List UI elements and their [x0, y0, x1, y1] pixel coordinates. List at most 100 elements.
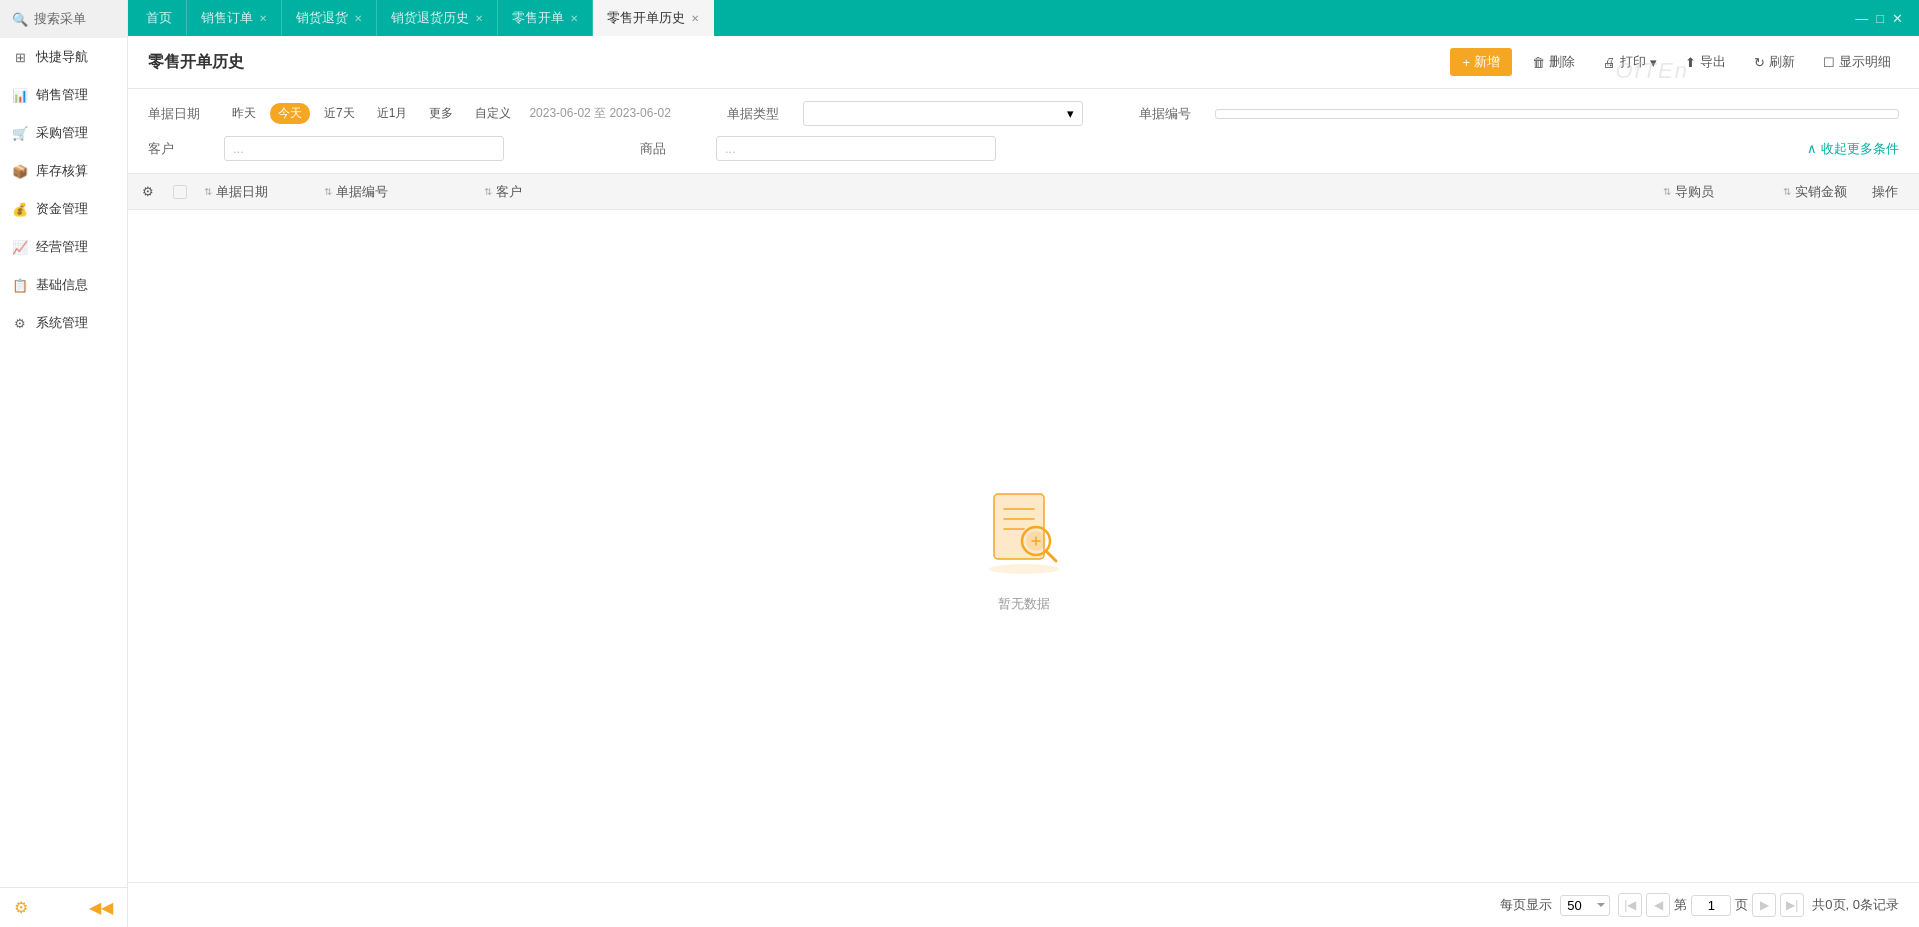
finance-icon: 💰	[12, 201, 28, 217]
th-amount[interactable]: ⇅ 实销金额	[1755, 183, 1855, 201]
search-icon: 🔍	[12, 12, 28, 27]
sort-up-number: ⇅	[324, 186, 332, 197]
per-page-select[interactable]: 50 10 20 100	[1560, 895, 1610, 916]
sidebar-item-purchase-mgmt[interactable]: 🛒 采购管理	[0, 114, 127, 152]
page-header: 零售开单历史 + 新增 🗑 删除 🖨 打印 ▾ ⬆ 导出 ↻ 刷新	[128, 36, 1919, 89]
tab-sales-return-history[interactable]: 销货退货历史 ✕	[377, 0, 498, 36]
display-detail-button[interactable]: ☐ 显示明细	[1815, 49, 1899, 75]
page-input[interactable]	[1691, 895, 1731, 916]
sidebar-search-label: 搜索采单	[34, 10, 86, 28]
tab-sales-return[interactable]: 销货退货 ✕	[282, 0, 377, 36]
date-more[interactable]: 更多	[421, 103, 461, 124]
sidebar-item-label: 基础信息	[36, 276, 88, 294]
refresh-icon: ↻	[1754, 55, 1765, 70]
number-input[interactable]	[1215, 109, 1899, 119]
sidebar: 🔍 搜索采单 ⊞ 快捷导航 📊 销售管理 🛒 采购管理 📦 库存核算 💰 资金管…	[0, 0, 128, 927]
collapse-sidebar-icon[interactable]: ◀◀	[89, 898, 113, 917]
sys-mgmt-icon: ⚙	[12, 315, 28, 331]
delete-icon: 🗑	[1532, 55, 1545, 70]
goods-input[interactable]: ...	[716, 136, 996, 161]
delete-button[interactable]: 🗑 删除	[1524, 49, 1583, 75]
sidebar-item-operations[interactable]: 📈 经营管理	[0, 228, 127, 266]
sales-mgmt-icon: 📊	[12, 87, 28, 103]
th-customer-label: 客户	[496, 183, 522, 201]
sidebar-search[interactable]: 🔍 搜索采单	[0, 0, 127, 38]
customer-input[interactable]: ...	[224, 136, 504, 161]
date-range-display: 2023-06-02 至 2023-06-02	[529, 105, 670, 122]
add-button[interactable]: + 新增	[1450, 48, 1512, 76]
next-page-btn[interactable]: ▶	[1752, 893, 1776, 917]
window-close-btn[interactable]: ✕	[1892, 11, 1903, 26]
tab-home-label: 首页	[146, 9, 172, 27]
tabs-bar: 首页 销售订单 ✕ 销货退货 ✕ 销货退货历史 ✕ 零售开单 ✕ 零售开单历史 …	[128, 0, 1919, 36]
th-guide[interactable]: ⇅ 导购员	[1655, 183, 1755, 201]
last-page-btn[interactable]: ▶|	[1780, 893, 1804, 917]
sidebar-item-inventory[interactable]: 📦 库存核算	[0, 152, 127, 190]
tab-home[interactable]: 首页	[132, 0, 187, 36]
sidebar-item-quick-nav[interactable]: ⊞ 快捷导航	[0, 38, 127, 76]
settings-bottom-icon[interactable]: ⚙	[14, 898, 28, 917]
quick-nav-icon: ⊞	[12, 49, 28, 65]
table-header: ⚙ ⇅ 单据日期 ⇅ 单据编号 ⇅ 客户 ⇅ 导购员 ⇅ 实销金额	[128, 174, 1919, 210]
page-title: 零售开单历史	[148, 52, 244, 73]
toolbar: + 新增 🗑 删除 🖨 打印 ▾ ⬆ 导出 ↻ 刷新 ☐ 显示明	[1450, 48, 1899, 76]
window-controls: — □ ✕	[1855, 11, 1915, 26]
inventory-icon: 📦	[12, 163, 28, 179]
th-settings[interactable]: ⚙	[132, 184, 164, 199]
first-page-btn[interactable]: |◀	[1618, 893, 1642, 917]
base-info-icon: 📋	[12, 277, 28, 293]
sidebar-item-base-info[interactable]: 📋 基础信息	[0, 266, 127, 304]
th-amount-label: 实销金额	[1795, 183, 1847, 201]
sidebar-item-sys-mgmt[interactable]: ⚙ 系统管理	[0, 304, 127, 342]
sidebar-item-finance[interactable]: 💰 资金管理	[0, 190, 127, 228]
date-yesterday[interactable]: 昨天	[224, 103, 264, 124]
type-select[interactable]: ▾	[803, 101, 1083, 126]
tab-sales-order[interactable]: 销售订单 ✕	[187, 0, 282, 36]
tab-retail-open[interactable]: 零售开单 ✕	[498, 0, 593, 36]
export-label: 导出	[1700, 53, 1726, 71]
tab-sales-return-history-label: 销货退货历史	[391, 9, 469, 27]
main-content: 首页 销售订单 ✕ 销货退货 ✕ 销货退货历史 ✕ 零售开单 ✕ 零售开单历史 …	[128, 0, 1919, 927]
th-date[interactable]: ⇅ 单据日期	[196, 183, 316, 201]
date-week[interactable]: 近7天	[316, 103, 363, 124]
sidebar-item-label: 快捷导航	[36, 48, 88, 66]
goods-label: 商品	[640, 140, 700, 158]
tab-sales-return-close[interactable]: ✕	[354, 13, 362, 24]
page-label: 第	[1674, 896, 1687, 914]
empty-text: 暂无数据	[998, 595, 1050, 613]
th-number[interactable]: ⇅ 单据编号	[316, 183, 476, 201]
minimize-btn[interactable]: —	[1855, 11, 1868, 26]
date-month[interactable]: 近1月	[369, 103, 416, 124]
tab-retail-open-label: 零售开单	[512, 9, 564, 27]
th-customer[interactable]: ⇅ 客户	[476, 183, 1655, 201]
th-checkbox[interactable]	[164, 185, 196, 199]
display-label: 显示明细	[1839, 53, 1891, 71]
empty-state: 暂无数据	[128, 210, 1919, 882]
tab-retail-history[interactable]: 零售开单历史 ✕	[593, 0, 714, 36]
refresh-button[interactable]: ↻ 刷新	[1746, 49, 1803, 75]
prev-page-btn[interactable]: ◀	[1646, 893, 1670, 917]
delete-label: 删除	[1549, 53, 1575, 71]
sort-customer: ⇅	[484, 186, 492, 197]
sidebar-item-label: 采购管理	[36, 124, 88, 142]
header-checkbox[interactable]	[173, 185, 187, 199]
customer-dots: ...	[233, 141, 244, 156]
tab-retail-open-close[interactable]: ✕	[570, 13, 578, 24]
sidebar-item-sales-mgmt[interactable]: 📊 销售管理	[0, 76, 127, 114]
sidebar-item-label: 库存核算	[36, 162, 88, 180]
tab-retail-history-close[interactable]: ✕	[691, 13, 699, 24]
collapse-button[interactable]: ∧ 收起更多条件	[1807, 140, 1899, 158]
tab-sales-return-history-close[interactable]: ✕	[475, 13, 483, 24]
sidebar-item-label: 资金管理	[36, 200, 88, 218]
date-custom[interactable]: 自定义	[467, 103, 519, 124]
date-today[interactable]: 今天	[270, 103, 310, 124]
type-select-arrow: ▾	[1067, 106, 1074, 121]
print-icon: 🖨	[1603, 55, 1616, 70]
maximize-btn[interactable]: □	[1876, 11, 1884, 26]
print-button[interactable]: 🖨 打印 ▾	[1595, 49, 1665, 75]
page-total: 共0页, 0条记录	[1812, 896, 1899, 914]
export-icon: ⬆	[1685, 55, 1696, 70]
tab-sales-order-close[interactable]: ✕	[259, 13, 267, 24]
export-button[interactable]: ⬆ 导出	[1677, 49, 1734, 75]
sidebar-bottom: ⚙ ◀◀	[0, 887, 127, 927]
